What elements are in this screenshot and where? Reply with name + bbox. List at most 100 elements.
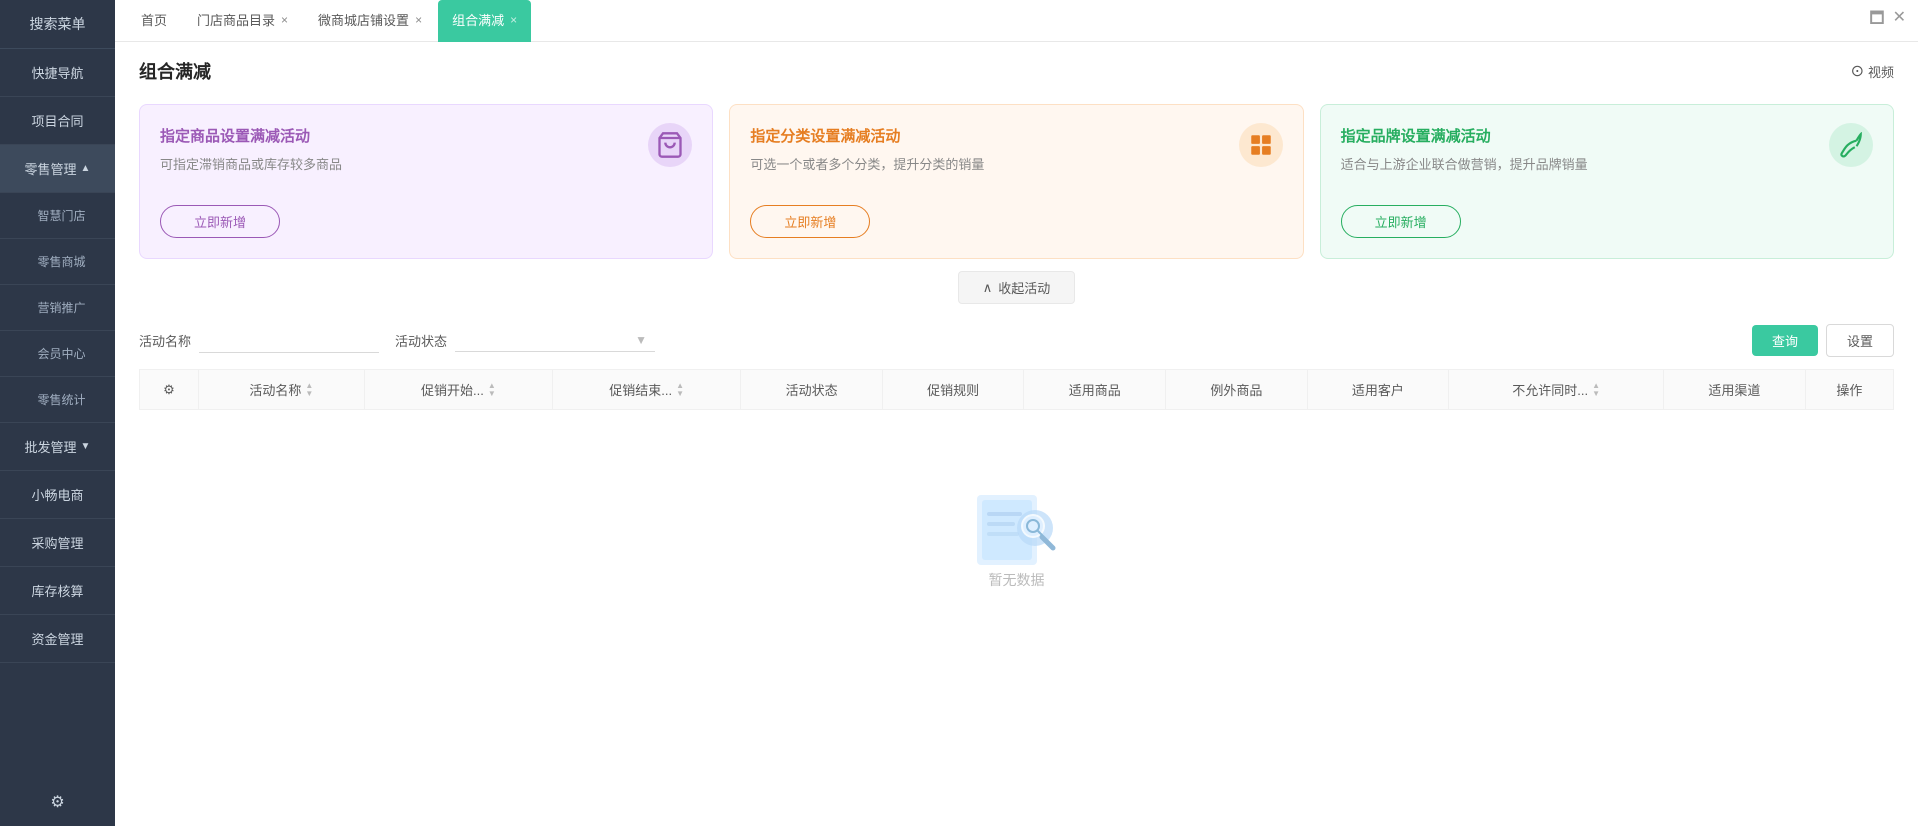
window-close-icon[interactable]: ✕ — [1893, 7, 1906, 34]
tab-combo-discount[interactable]: 组合满减 × — [438, 0, 531, 42]
sidebar-item-wholesale-mgmt[interactable]: 批发管理 ▼ — [0, 423, 115, 471]
col-promo-end: 促销结束... ▲▼ — [553, 370, 741, 410]
sidebar-item-retail-mall[interactable]: 零售商城 — [0, 239, 115, 285]
sidebar-item-funds-mgmt[interactable]: 资金管理 — [0, 615, 115, 663]
category-card-title: 指定分类设置满减活动 — [750, 125, 1282, 146]
sort-arrows-concurrent[interactable]: ▲▼ — [1592, 382, 1600, 398]
brand-card-title: 指定品牌设置满减活动 — [1341, 125, 1873, 146]
sidebar-item-label: 零售管理 — [25, 159, 77, 178]
col-settings[interactable]: ⚙ — [140, 370, 199, 410]
tab-home-label: 首页 — [141, 10, 167, 29]
settings-button[interactable]: ⚙ — [0, 778, 115, 826]
col-operation: 操作 — [1805, 370, 1893, 410]
sidebar-item-retail-stats[interactable]: 零售统计 — [0, 377, 115, 423]
play-circle-icon: ⊙ — [1851, 61, 1864, 81]
search-bar: 活动名称 活动状态 ▼ 查询 设置 — [115, 312, 1918, 369]
col-except-goods-label: 例外商品 — [1210, 383, 1262, 398]
col-promo-start-label: 促销开始... — [421, 380, 484, 399]
sidebar-item-label: 小畅电商 — [31, 485, 83, 504]
chevron-up-icon: ▲ — [81, 163, 91, 174]
sidebar-item-label: 智慧门店 — [37, 207, 85, 224]
sidebar-item-label: 营销推广 — [37, 299, 85, 316]
category-card-add-button[interactable]: 立即新增 — [750, 205, 870, 238]
col-not-allow-concurrent: 不允许同时... ▲▼ — [1449, 370, 1664, 410]
table-header: ⚙ 活动名称 ▲▼ 促销开始... ▲▼ — [140, 370, 1894, 410]
collapse-bar: ∧ 收起活动 — [115, 259, 1918, 312]
brand-card-add-button[interactable]: 立即新增 — [1341, 205, 1461, 238]
product-card-title: 指定商品设置满减活动 — [160, 125, 692, 146]
sidebar-item-quick-nav[interactable]: 快捷导航 — [0, 49, 115, 97]
cards-section: 指定商品设置满减活动 可指定滞销商品或库存较多商品 立即新增 指定分类设置满减活 — [115, 96, 1918, 259]
sidebar-item-smart-store[interactable]: 智慧门店 — [0, 193, 115, 239]
page-title: 组合满减 — [139, 58, 211, 84]
brand-card-icon — [1829, 123, 1873, 167]
sort-arrows-start[interactable]: ▲▼ — [488, 382, 496, 398]
product-card-add-button[interactable]: 立即新增 — [160, 205, 280, 238]
sidebar-item-label: 项目合同 — [31, 111, 83, 130]
sidebar-item-label: 零售商城 — [37, 253, 85, 270]
col-applicable-channel: 适用渠道 — [1664, 370, 1806, 410]
leaf-icon — [1838, 132, 1864, 158]
grid-icon — [1248, 132, 1274, 158]
chevron-up-icon: ∧ — [983, 280, 993, 296]
empty-state: 暂无数据 — [140, 410, 1894, 630]
tab-bar: 首页 门店商品目录 × 微商城店铺设置 × 组合满减 × 🗖 ✕ — [115, 0, 1918, 42]
sidebar-search[interactable]: 搜索菜单 — [0, 0, 115, 49]
tab-wechat-settings-close[interactable]: × — [415, 13, 422, 27]
col-activity-name: 活动名称 ▲▼ — [198, 370, 364, 410]
collapse-activities-button[interactable]: ∧ 收起活动 — [958, 271, 1076, 304]
tab-combo-discount-label: 组合满减 — [452, 10, 504, 29]
sidebar-item-retail-mgmt[interactable]: 零售管理 ▲ — [0, 145, 115, 193]
tab-store-catalog[interactable]: 门店商品目录 × — [183, 0, 302, 42]
table-body: 暂无数据 — [140, 410, 1894, 631]
col-not-allow-concurrent-label: 不允许同时... — [1512, 380, 1588, 399]
window-restore-icon[interactable]: 🗖 — [1869, 7, 1884, 34]
sidebar-item-member-center[interactable]: 会员中心 — [0, 331, 115, 377]
table-section: ⚙ 活动名称 ▲▼ 促销开始... ▲▼ — [115, 369, 1918, 630]
empty-text: 暂无数据 — [989, 570, 1045, 590]
col-applicable-customer: 适用客户 — [1307, 370, 1449, 410]
settings-icon: ⚙ — [163, 382, 175, 397]
brand-card-desc: 适合与上游企业联合做营销，提升品牌销量 — [1341, 154, 1873, 173]
sidebar-item-xiaochang[interactable]: 小畅电商 — [0, 471, 115, 519]
activity-status-select[interactable]: ▼ — [455, 329, 655, 352]
col-promo-rules-label: 促销规则 — [927, 383, 979, 398]
category-promo-card: 指定分类设置满减活动 可选一个或者多个分类，提升分类的销量 立即新增 — [729, 104, 1303, 259]
col-activity-name-label: 活动名称 — [249, 380, 301, 399]
sidebar-item-label: 资金管理 — [31, 629, 83, 648]
search-actions: 查询 设置 — [1752, 324, 1894, 357]
activity-status-label: 活动状态 — [395, 331, 447, 350]
sidebar-item-marketing[interactable]: 营销推广 — [0, 285, 115, 331]
tab-home[interactable]: 首页 — [127, 0, 181, 42]
sidebar-item-project-contract[interactable]: 项目合同 — [0, 97, 115, 145]
activity-status-field: 活动状态 ▼ — [395, 329, 655, 352]
sidebar-item-inventory[interactable]: 库存核算 — [0, 567, 115, 615]
chevron-down-icon: ▼ — [635, 333, 647, 347]
category-card-icon — [1239, 123, 1283, 167]
col-activity-status-label: 活动状态 — [786, 383, 838, 398]
sort-arrows-end[interactable]: ▲▼ — [676, 382, 684, 398]
window-controls: 🗖 ✕ — [1869, 7, 1906, 34]
activity-name-input[interactable] — [199, 329, 379, 353]
col-operation-label: 操作 — [1836, 383, 1862, 398]
tab-store-catalog-close[interactable]: × — [281, 13, 288, 27]
tab-wechat-settings-label: 微商城店铺设置 — [318, 10, 409, 29]
sidebar: 搜索菜单 快捷导航 项目合同 零售管理 ▲ 智慧门店 零售商城 营销推广 会员中… — [0, 0, 115, 826]
tab-combo-discount-close[interactable]: × — [510, 13, 517, 27]
query-button[interactable]: 查询 — [1752, 325, 1818, 356]
sidebar-item-label: 采购管理 — [31, 533, 83, 552]
sidebar-item-label: 库存核算 — [31, 581, 83, 600]
col-applicable-goods-label: 适用商品 — [1069, 383, 1121, 398]
col-except-goods: 例外商品 — [1166, 370, 1308, 410]
bag-icon — [656, 131, 684, 159]
video-link[interactable]: ⊙ 视频 — [1851, 61, 1894, 81]
page-header: 组合满减 ⊙ 视频 — [115, 42, 1918, 96]
col-applicable-goods: 适用商品 — [1024, 370, 1166, 410]
sort-arrows[interactable]: ▲▼ — [305, 382, 313, 398]
tab-wechat-settings[interactable]: 微商城店铺设置 × — [304, 0, 436, 42]
page-area: 组合满减 ⊙ 视频 指定商品设置满减活动 可指定滞销商品或库存 — [115, 42, 1918, 826]
product-promo-card: 指定商品设置满减活动 可指定滞销商品或库存较多商品 立即新增 — [139, 104, 713, 259]
col-promo-start: 促销开始... ▲▼ — [364, 370, 552, 410]
set-button[interactable]: 设置 — [1826, 324, 1894, 357]
sidebar-item-purchase-mgmt[interactable]: 采购管理 — [0, 519, 115, 567]
